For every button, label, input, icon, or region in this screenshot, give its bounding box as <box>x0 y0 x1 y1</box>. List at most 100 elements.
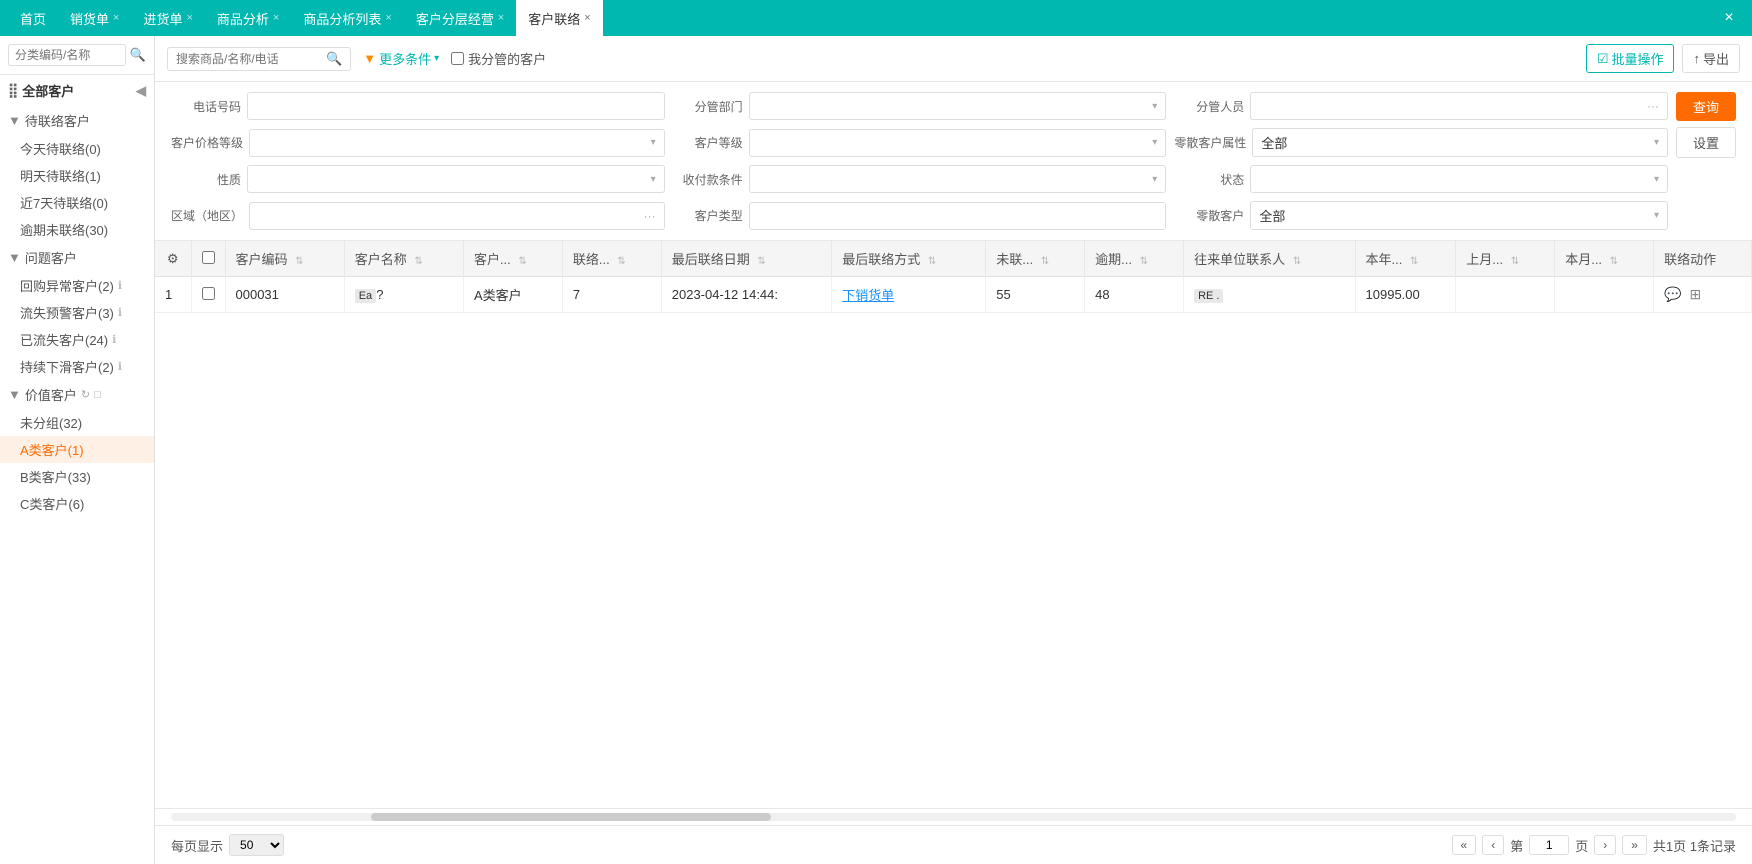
nav-item-商品分析[interactable]: 商品分析× <box>205 0 291 36</box>
retail-attr-select[interactable]: 全部▾ <box>1252 128 1668 157</box>
sidebar-item-label: 今天待联络(0) <box>20 139 101 158</box>
all-customers-label: 全部客户 <box>22 81 74 100</box>
sidebar-item[interactable]: 明天待联络(1) <box>0 162 154 189</box>
col-code: 客户编码 ⇅ <box>225 241 344 277</box>
nav-item-首页[interactable]: 首页 <box>8 0 58 36</box>
last-page-btn[interactable]: » <box>1622 835 1647 855</box>
sidebar-item[interactable]: 流失预警客户(3) ℹ <box>0 299 154 326</box>
retail-customer-field: 零散客户 全部▾ <box>1174 201 1668 230</box>
region-input[interactable]: ··· <box>249 202 665 230</box>
sidebar-item-label: 回购异常客户(2) <box>20 276 114 295</box>
col-this-year: 本年... ⇅ <box>1355 241 1456 277</box>
sidebar-search-bar: 🔍 <box>0 36 154 75</box>
sidebar-groups: ▼待联络客户今天待联络(0) 明天待联络(1)近7天待联络(0)逾期未联络(30)… <box>0 106 154 517</box>
nav-close-icon[interactable]: × <box>385 12 391 24</box>
nav-close-icon[interactable]: × <box>584 12 590 24</box>
nav-item-销货单[interactable]: 销货单× <box>58 0 131 36</box>
filter-actions: 查询 设置 <box>1668 92 1736 230</box>
phone-input[interactable] <box>247 92 665 120</box>
col-last-month: 上月... ⇅ <box>1456 241 1555 277</box>
next-page-btn[interactable]: › <box>1594 835 1616 855</box>
table-body: 1 000031 Ea? A类客户 7 2023-04-12 14:44: 下销… <box>155 277 1752 313</box>
page-number-input[interactable] <box>1529 835 1569 855</box>
row-checkbox[interactable] <box>202 287 215 300</box>
sidebar-group-问题客户[interactable]: ▼问题客户 <box>0 243 154 272</box>
customer-grade-field: 客户等级 ▾ <box>673 129 1167 157</box>
sidebar-item-label: 流失预警客户(3) <box>20 303 114 322</box>
chat-icon[interactable]: 💬 <box>1664 286 1681 303</box>
add-icon[interactable]: □ <box>94 389 101 401</box>
batch-op-button[interactable]: ☑ 批量操作 <box>1586 44 1675 73</box>
row-checkbox-cell[interactable] <box>191 277 225 313</box>
phone-label: 电话号码 <box>171 98 241 115</box>
region-field: 区域（地区） ··· <box>171 202 665 230</box>
row-this-year: 10995.00 <box>1355 277 1456 313</box>
status-select[interactable]: ▾ <box>1250 165 1668 193</box>
sidebar-item[interactable]: A类客户(1) <box>0 436 154 463</box>
filter-row-2: 客户价格等级 ▾ 客户等级 ▾ 零散客户属性 <box>171 128 1668 157</box>
sidebar-item[interactable]: 持续下滑客户(2)ℹ <box>0 353 154 380</box>
select-all-checkbox[interactable] <box>202 251 215 264</box>
table-footer: 每页显示 50 100 200 « ‹ 第 页 › » 共1页 1条记录 <box>155 825 1752 864</box>
nav-close-icon[interactable]: × <box>498 12 504 24</box>
customer-grade-select[interactable]: ▾ <box>749 129 1167 157</box>
main-search-input[interactable] <box>176 52 326 66</box>
first-page-btn[interactable]: « <box>1452 835 1477 855</box>
col-last-method: 最后联络方式 ⇅ <box>832 241 986 277</box>
scrollbar-thumb[interactable] <box>371 813 771 821</box>
my-customers-checkbox[interactable] <box>451 52 464 65</box>
sidebar-item[interactable]: 今天待联络(0) <box>0 135 154 162</box>
prev-page-btn[interactable]: ‹ <box>1482 835 1504 855</box>
sidebar-all-customers[interactable]: ⣿ 全部客户 ◀ <box>0 75 154 106</box>
global-close-button[interactable]: × <box>1714 3 1744 33</box>
group-arrow: ▼ <box>8 387 21 402</box>
my-customers-filter[interactable]: 我分管的客户 <box>451 49 546 68</box>
sidebar-group-价值客户[interactable]: ▼价值客户↻□ <box>0 380 154 409</box>
sidebar-item[interactable]: 近7天待联络(0) <box>0 189 154 216</box>
manager-input[interactable]: ··· <box>1250 92 1668 120</box>
row-type: A类客户 <box>463 277 562 313</box>
nav-close-icon[interactable]: × <box>273 12 279 24</box>
nav-item-进货单[interactable]: 进货单× <box>131 0 204 36</box>
export-label: 导出 <box>1703 49 1729 68</box>
nav-close-icon[interactable]: × <box>113 12 119 24</box>
sidebar-item[interactable]: C类客户(6) <box>0 490 154 517</box>
qr-icon[interactable]: ⊞ <box>1690 286 1702 303</box>
my-customers-label: 我分管的客户 <box>468 49 546 68</box>
export-button[interactable]: ↑ 导出 <box>1682 44 1740 73</box>
col-overdue: 逾期... ⇅ <box>1085 241 1184 277</box>
select-all-col[interactable] <box>191 241 225 277</box>
nav-item-商品分析列表[interactable]: 商品分析列表× <box>291 0 403 36</box>
horizontal-scrollbar[interactable] <box>155 808 1752 825</box>
row-last-method[interactable]: 下销货单 <box>832 277 986 313</box>
query-button[interactable]: 查询 <box>1676 92 1736 121</box>
last-method-link[interactable]: 下销货单 <box>842 288 894 303</box>
sidebar-collapse-btn[interactable]: ◀ <box>136 83 146 99</box>
sidebar-group-待联络客户[interactable]: ▼待联络客户 <box>0 106 154 135</box>
payment-select[interactable]: ▾ <box>749 165 1167 193</box>
info-icon: ℹ <box>118 306 122 319</box>
search-box[interactable]: 🔍 <box>167 47 351 71</box>
nav-close-icon[interactable]: × <box>186 12 192 24</box>
settings-col-header[interactable]: ⚙ <box>155 241 191 277</box>
page-size-select[interactable]: 50 100 200 <box>229 834 284 856</box>
retail-customer-select[interactable]: 全部▾ <box>1250 201 1668 230</box>
refresh-icon[interactable]: ↻ <box>81 388 90 401</box>
more-filters-btn[interactable]: ▼ 更多条件 ▾ <box>363 49 439 68</box>
customer-type-input[interactable] <box>749 202 1167 230</box>
nav-item-客户联络[interactable]: 客户联络× <box>516 0 602 36</box>
row-overdue: 48 <box>1085 277 1184 313</box>
sidebar-item[interactable]: 未分组(32) <box>0 409 154 436</box>
sidebar-item[interactable]: B类客户(33) <box>0 463 154 490</box>
sidebar-search-input[interactable] <box>8 44 126 66</box>
row-name: Ea? <box>344 277 463 313</box>
sidebar-item[interactable]: 回购异常客户(2)ℹ <box>0 272 154 299</box>
nav-item-客户分层经营[interactable]: 客户分层经营× <box>404 0 516 36</box>
sidebar-item[interactable]: 逾期未联络(30) <box>0 216 154 243</box>
sidebar-item[interactable]: 已流失客户(24)ℹ <box>0 326 154 353</box>
price-grade-select[interactable]: ▾ <box>249 129 665 157</box>
dept-select[interactable]: ▾ <box>749 92 1167 120</box>
phone-field: 电话号码 <box>171 92 665 120</box>
settings-button[interactable]: 设置 <box>1676 127 1736 158</box>
nature-select[interactable]: ▾ <box>247 165 665 193</box>
